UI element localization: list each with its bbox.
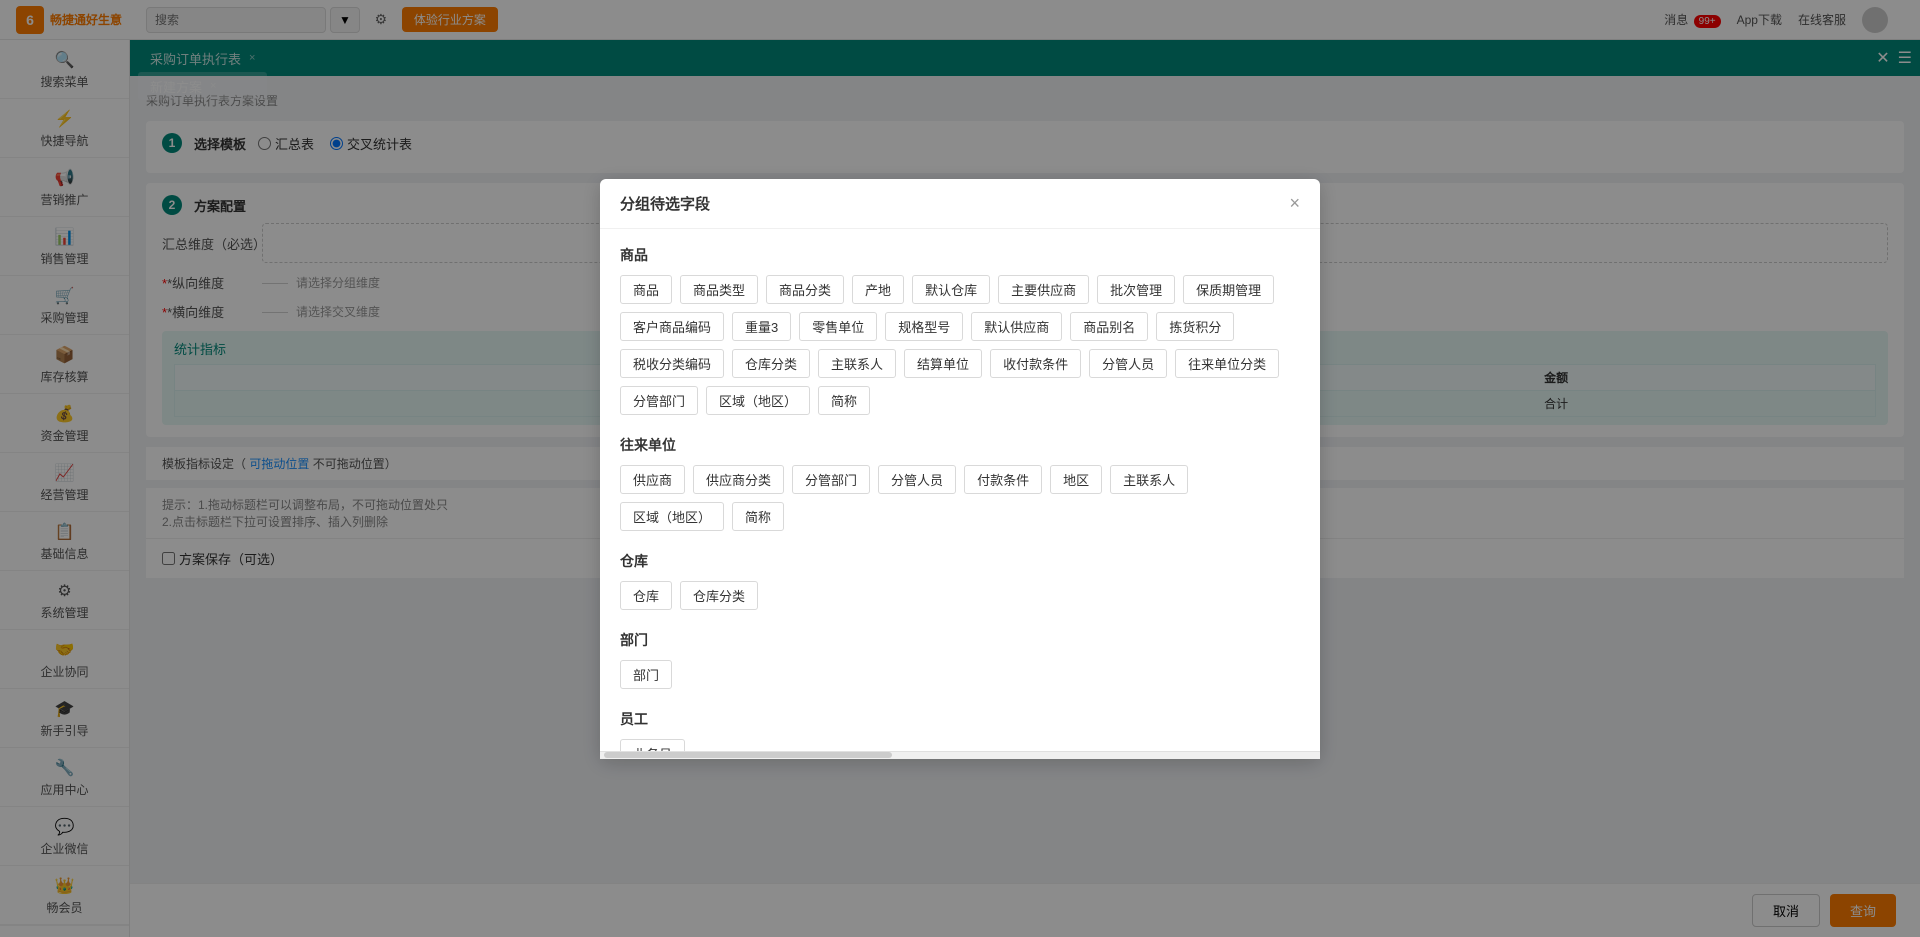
modal-overlay: 分组待选字段 × 商品商品商品类型商品分类产地默认仓库主要供应商批次管理保质期管…: [0, 0, 1920, 937]
field-tag-0-0[interactable]: 商品: [620, 275, 672, 304]
field-tag-1-2[interactable]: 分管部门: [792, 465, 870, 494]
field-select-modal: 分组待选字段 × 商品商品商品类型商品分类产地默认仓库主要供应商批次管理保质期管…: [600, 179, 1320, 759]
field-tag-1-3[interactable]: 分管人员: [878, 465, 956, 494]
field-tags-4: 业务员: [620, 739, 1300, 751]
field-group-title-3: 部门: [620, 630, 1300, 650]
field-group-title-0: 商品: [620, 245, 1300, 265]
field-tag-1-0[interactable]: 供应商: [620, 465, 685, 494]
field-group-title-2: 仓库: [620, 551, 1300, 571]
modal-title: 分组待选字段: [620, 193, 710, 214]
field-tag-1-5[interactable]: 地区: [1050, 465, 1102, 494]
field-group-2: 仓库仓库仓库分类: [620, 551, 1300, 610]
field-tags-2: 仓库仓库分类: [620, 581, 1300, 610]
hscroll-thumb[interactable]: [604, 752, 892, 758]
field-tag-0-18[interactable]: 结算单位: [904, 349, 982, 378]
modal-close-button[interactable]: ×: [1289, 194, 1300, 212]
field-tag-1-8[interactable]: 简称: [732, 502, 784, 531]
field-tag-0-8[interactable]: 客户商品编码: [620, 312, 724, 341]
field-tags-3: 部门: [620, 660, 1300, 689]
field-group-3: 部门部门: [620, 630, 1300, 689]
field-group-title-1: 往来单位: [620, 435, 1300, 455]
field-tags-1: 供应商供应商分类分管部门分管人员付款条件地区主联系人区域（地区） 简称: [620, 465, 1300, 531]
field-tag-0-19[interactable]: 收付款条件: [990, 349, 1081, 378]
field-tag-0-10[interactable]: 零售单位: [799, 312, 877, 341]
field-tag-0-6[interactable]: 批次管理: [1097, 275, 1175, 304]
field-tag-0-1[interactable]: 商品类型: [680, 275, 758, 304]
field-tag-0-11[interactable]: 规格型号: [885, 312, 963, 341]
field-tag-0-22[interactable]: 分管部门: [620, 386, 698, 415]
field-tag-0-23[interactable]: 区域（地区）: [706, 386, 810, 415]
field-tag-0-16[interactable]: 仓库分类: [732, 349, 810, 378]
field-tag-0-4[interactable]: 默认仓库: [912, 275, 990, 304]
field-tag-0-2[interactable]: 商品分类: [766, 275, 844, 304]
field-tag-4-0[interactable]: 业务员: [620, 739, 685, 751]
field-tag-1-6[interactable]: 主联系人: [1110, 465, 1188, 494]
field-group-0: 商品商品商品类型商品分类产地默认仓库主要供应商批次管理保质期管理客户商品编码重量…: [620, 245, 1300, 415]
field-tag-0-24[interactable]: 简称: [818, 386, 870, 415]
field-group-title-4: 员工: [620, 709, 1300, 729]
field-tag-1-4[interactable]: 付款条件: [964, 465, 1042, 494]
modal-horizontal-scrollbar[interactable]: [600, 751, 1320, 759]
field-group-1: 往来单位供应商供应商分类分管部门分管人员付款条件地区主联系人区域（地区） 简称: [620, 435, 1300, 531]
field-tag-0-21[interactable]: 往来单位分类: [1175, 349, 1279, 378]
field-tag-0-3[interactable]: 产地: [852, 275, 904, 304]
field-tag-2-0[interactable]: 仓库: [620, 581, 672, 610]
field-tag-0-5[interactable]: 主要供应商: [998, 275, 1089, 304]
field-tag-3-0[interactable]: 部门: [620, 660, 672, 689]
field-tag-2-1[interactable]: 仓库分类: [680, 581, 758, 610]
field-tag-0-7[interactable]: 保质期管理: [1183, 275, 1274, 304]
field-tag-0-17[interactable]: 主联系人: [818, 349, 896, 378]
field-tag-1-1[interactable]: 供应商分类: [693, 465, 784, 494]
field-group-4: 员工业务员: [620, 709, 1300, 751]
field-tag-0-20[interactable]: 分管人员: [1089, 349, 1167, 378]
field-tag-0-15[interactable]: 税收分类编码: [620, 349, 724, 378]
modal-header: 分组待选字段 ×: [600, 179, 1320, 229]
field-tag-0-9[interactable]: 重量3: [732, 312, 791, 341]
field-tag-0-12[interactable]: 默认供应商: [971, 312, 1062, 341]
field-tag-0-14[interactable]: 拣货积分: [1156, 312, 1234, 341]
field-tag-0-13[interactable]: 商品别名: [1070, 312, 1148, 341]
modal-body[interactable]: 商品商品商品类型商品分类产地默认仓库主要供应商批次管理保质期管理客户商品编码重量…: [600, 229, 1320, 751]
field-tags-0: 商品商品类型商品分类产地默认仓库主要供应商批次管理保质期管理客户商品编码重量3 零…: [620, 275, 1300, 415]
field-tag-1-7[interactable]: 区域（地区）: [620, 502, 724, 531]
